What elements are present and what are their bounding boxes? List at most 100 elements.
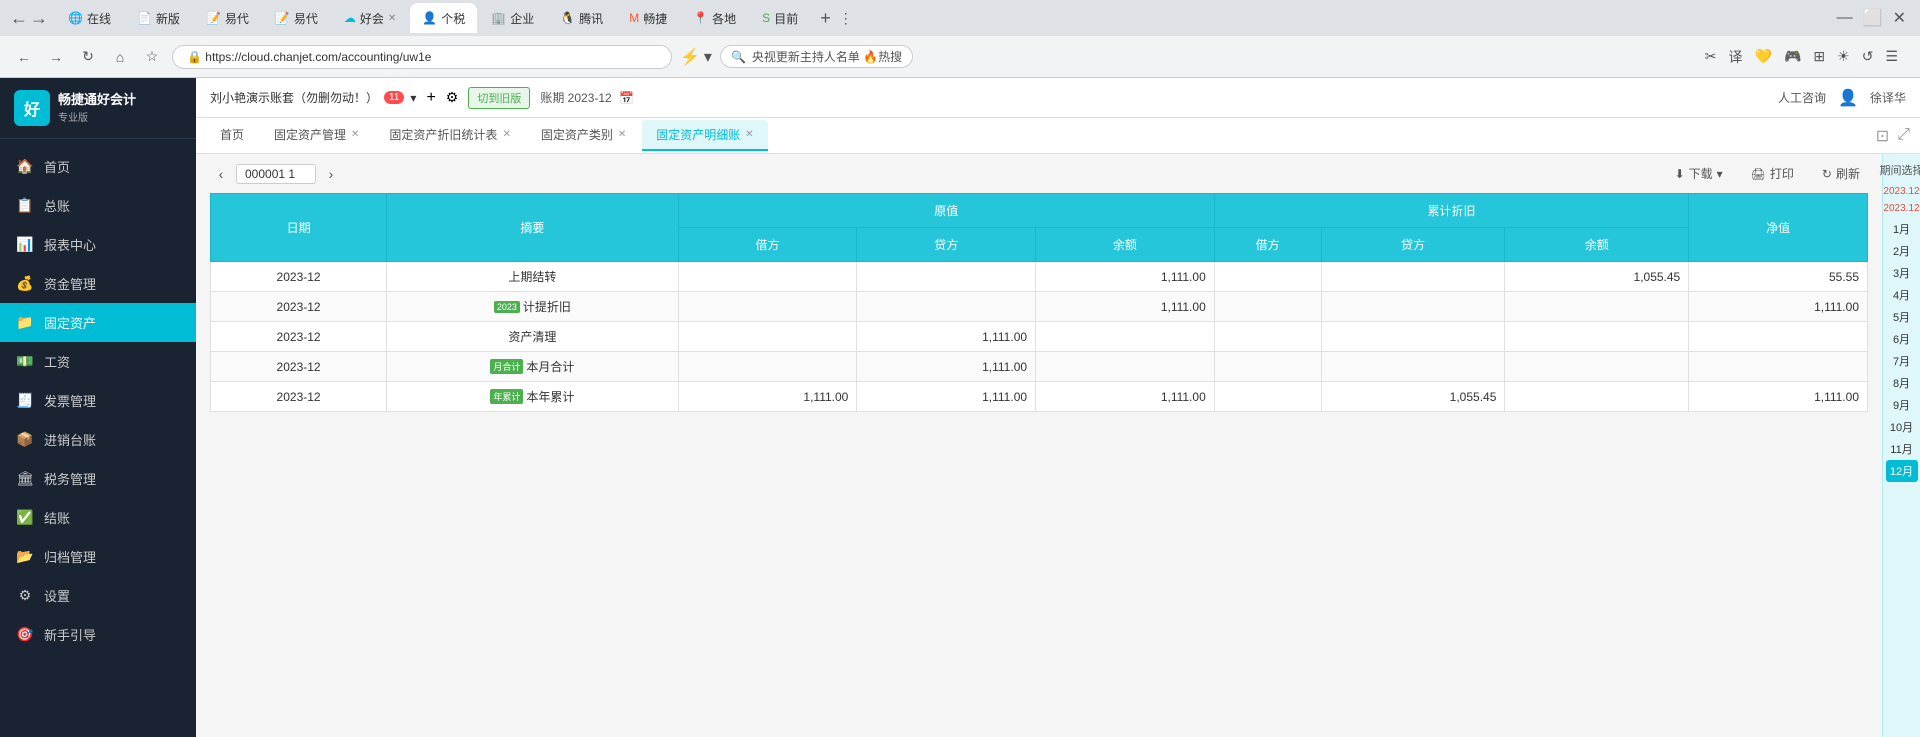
sidebar-item-tax[interactable]: 🏛 税务管理: [0, 459, 196, 498]
address-dropdown[interactable]: ▾: [704, 47, 712, 67]
tab-close-depreciation[interactable]: ✕: [502, 129, 510, 140]
settings-cog-icon[interactable]: ⚙: [446, 89, 459, 106]
toolbar-right: ⬇ 下载 ▾ 🖨 打印 ↻ 刷新: [1667, 162, 1868, 185]
tab-home[interactable]: 首页: [206, 120, 258, 151]
menu-icon[interactable]: ☰: [1885, 48, 1898, 65]
tab-close-category[interactable]: ✕: [618, 129, 626, 140]
tab-close-haohui[interactable]: ✕: [388, 13, 396, 24]
browser-tab-haohui[interactable]: ☁ 好会 ✕: [332, 3, 408, 33]
sidebar-item-general-ledger[interactable]: 📋 总账: [0, 186, 196, 225]
bookmark-button[interactable]: ☆: [140, 45, 164, 69]
download-button[interactable]: ⬇ 下载 ▾: [1667, 162, 1731, 185]
browser-tab-yidai2[interactable]: 📝 易代: [263, 3, 330, 33]
period-month-6[interactable]: 6月: [1886, 328, 1918, 350]
brightness-icon[interactable]: ☀: [1837, 48, 1850, 65]
browser-tab-tencent[interactable]: 🐧 腾讯: [548, 3, 615, 33]
td-orig-balance: 1,111.00: [1036, 292, 1215, 322]
period-month-5[interactable]: 5月: [1886, 306, 1918, 328]
td-depr-debit: [1214, 322, 1321, 352]
tab-settings-icon[interactable]: ⋮: [839, 10, 853, 27]
refresh-button[interactable]: ↻ 刷新: [1814, 162, 1868, 185]
print-button[interactable]: 🖨 打印: [1743, 162, 1802, 185]
period-month-9[interactable]: 9月: [1886, 394, 1918, 416]
tab-close-ledger[interactable]: ✕: [745, 129, 753, 140]
reload-button[interactable]: ↻: [76, 45, 100, 69]
browser-tab-yidai1[interactable]: 📝 易代: [194, 3, 261, 33]
browser-tab-changjie[interactable]: M 畅捷: [617, 3, 679, 33]
sidebar-item-purchase-sales[interactable]: 📦 进销台账: [0, 420, 196, 459]
tab-fixed-assets-manage[interactable]: 固定资产管理 ✕: [260, 120, 373, 151]
sidebar-item-close-period[interactable]: ✅ 结账: [0, 498, 196, 537]
add-company-btn[interactable]: +: [426, 89, 435, 107]
address-bar-input[interactable]: 🔒 https://cloud.chanjet.com/accounting/u…: [172, 45, 672, 69]
td-orig-debit: [678, 322, 857, 352]
notification-badge: 11: [384, 91, 404, 104]
company-dropdown-icon[interactable]: ▾: [410, 91, 416, 105]
period-month-10[interactable]: 10月: [1886, 416, 1918, 438]
browser-tab-online[interactable]: 🌐 在线: [56, 3, 123, 33]
next-account-button[interactable]: ›: [320, 163, 342, 185]
game-icon[interactable]: 🎮: [1784, 48, 1801, 65]
grid-icon[interactable]: ⊞: [1813, 48, 1825, 65]
table-row[interactable]: 2023-12 资产清理 1,111.00: [211, 322, 1868, 352]
account-code-input[interactable]: 000001 1: [236, 164, 316, 184]
forward-button[interactable]: →: [44, 45, 68, 69]
period-month-12[interactable]: 12月: [1886, 460, 1918, 482]
table-row[interactable]: 2023-12 2023计提折旧 1,111.00 1,111.00: [211, 292, 1868, 322]
browser-tab-enterprise[interactable]: 🏢 企业: [479, 3, 546, 33]
close-btn[interactable]: ✕: [1893, 8, 1906, 28]
browser-tab-new[interactable]: 📄 新版: [125, 3, 192, 33]
back-button[interactable]: ←: [12, 45, 36, 69]
browser-tab-geshu[interactable]: 👤 个税: [410, 3, 477, 33]
td-depr-debit: [1214, 292, 1321, 322]
td-depr-balance: 1,055.45: [1505, 262, 1689, 292]
sidebar-item-home[interactable]: 🏠 首页: [0, 147, 196, 186]
td-summary: 2023计提折旧: [387, 292, 679, 322]
td-orig-balance: [1036, 352, 1215, 382]
switch-version-button[interactable]: 切到旧版: [468, 87, 530, 109]
company-selector[interactable]: 刘小艳演示账套（勿删勿动！） 11 ▾: [210, 89, 416, 106]
td-depr-balance: [1505, 352, 1689, 382]
period-month-2[interactable]: 2月: [1886, 240, 1918, 262]
tab-restore-icon[interactable]: ⊡: [1876, 126, 1889, 146]
sidebar-item-settings[interactable]: ⚙ 设置: [0, 576, 196, 615]
calendar-icon[interactable]: 📅: [619, 91, 634, 105]
tab-fixed-assets-category[interactable]: 固定资产类别 ✕: [527, 120, 640, 151]
tab-close-fixed-assets-manage[interactable]: ✕: [351, 129, 359, 140]
sidebar-item-archive[interactable]: 📂 归档管理: [0, 537, 196, 576]
browser-tab-gedi[interactable]: 📍 各地: [681, 3, 748, 33]
sidebar-item-reports[interactable]: 📊 报表中心: [0, 225, 196, 264]
sidebar-item-funds[interactable]: 💰 资金管理: [0, 264, 196, 303]
download-dropdown-icon[interactable]: ▾: [1717, 167, 1723, 181]
support-label[interactable]: 人工咨询: [1778, 89, 1826, 106]
home-button[interactable]: ⌂: [108, 45, 132, 69]
minimize-btn[interactable]: —: [1837, 9, 1853, 27]
prev-account-button[interactable]: ‹: [210, 163, 232, 185]
period-month-1[interactable]: 1月: [1886, 218, 1918, 240]
tab-fixed-assets-depreciation[interactable]: 固定资产折旧统计表 ✕: [375, 120, 524, 151]
new-tab-button[interactable]: +: [820, 8, 831, 29]
table-row[interactable]: 2023-12 年累计本年累计 1,111.00 1,111.00 1,111.…: [211, 382, 1868, 412]
sidebar-item-salary[interactable]: 💵 工资: [0, 342, 196, 381]
sidebar-item-fixed-assets[interactable]: 📁 固定资产: [0, 303, 196, 342]
td-summary: 上期结转: [387, 262, 679, 292]
tab-fixed-assets-ledger[interactable]: 固定资产明细账 ✕: [642, 120, 767, 151]
scissors-icon[interactable]: ✂: [1705, 48, 1717, 65]
table-row[interactable]: 2023-12 月合计本月合计 1,111.00: [211, 352, 1868, 382]
sidebar-item-guide[interactable]: 🎯 新手引导: [0, 615, 196, 654]
period-month-8[interactable]: 8月: [1886, 372, 1918, 394]
sidebar-item-invoice[interactable]: 🧾 发票管理: [0, 381, 196, 420]
wallet-icon[interactable]: 💛: [1755, 48, 1772, 65]
restore-btn[interactable]: ⬜: [1863, 8, 1883, 28]
table-row[interactable]: 2023-12 上期结转 1,111.00 1,055.45 55.55: [211, 262, 1868, 292]
ledger-area: ‹ 000001 1 › ⬇ 下载 ▾ 🖨 打印: [196, 154, 1882, 737]
browser-tab-current[interactable]: S 目前: [750, 3, 810, 33]
undo-icon[interactable]: ↺: [1862, 48, 1874, 65]
extension-icon-1[interactable]: ⚡: [680, 47, 700, 67]
period-month-3[interactable]: 3月: [1886, 262, 1918, 284]
period-month-7[interactable]: 7月: [1886, 350, 1918, 372]
translate-icon[interactable]: 译: [1729, 47, 1743, 67]
period-month-11[interactable]: 11月: [1886, 438, 1918, 460]
tab-expand-icon[interactable]: ⤢: [1897, 126, 1910, 146]
period-month-4[interactable]: 4月: [1886, 284, 1918, 306]
